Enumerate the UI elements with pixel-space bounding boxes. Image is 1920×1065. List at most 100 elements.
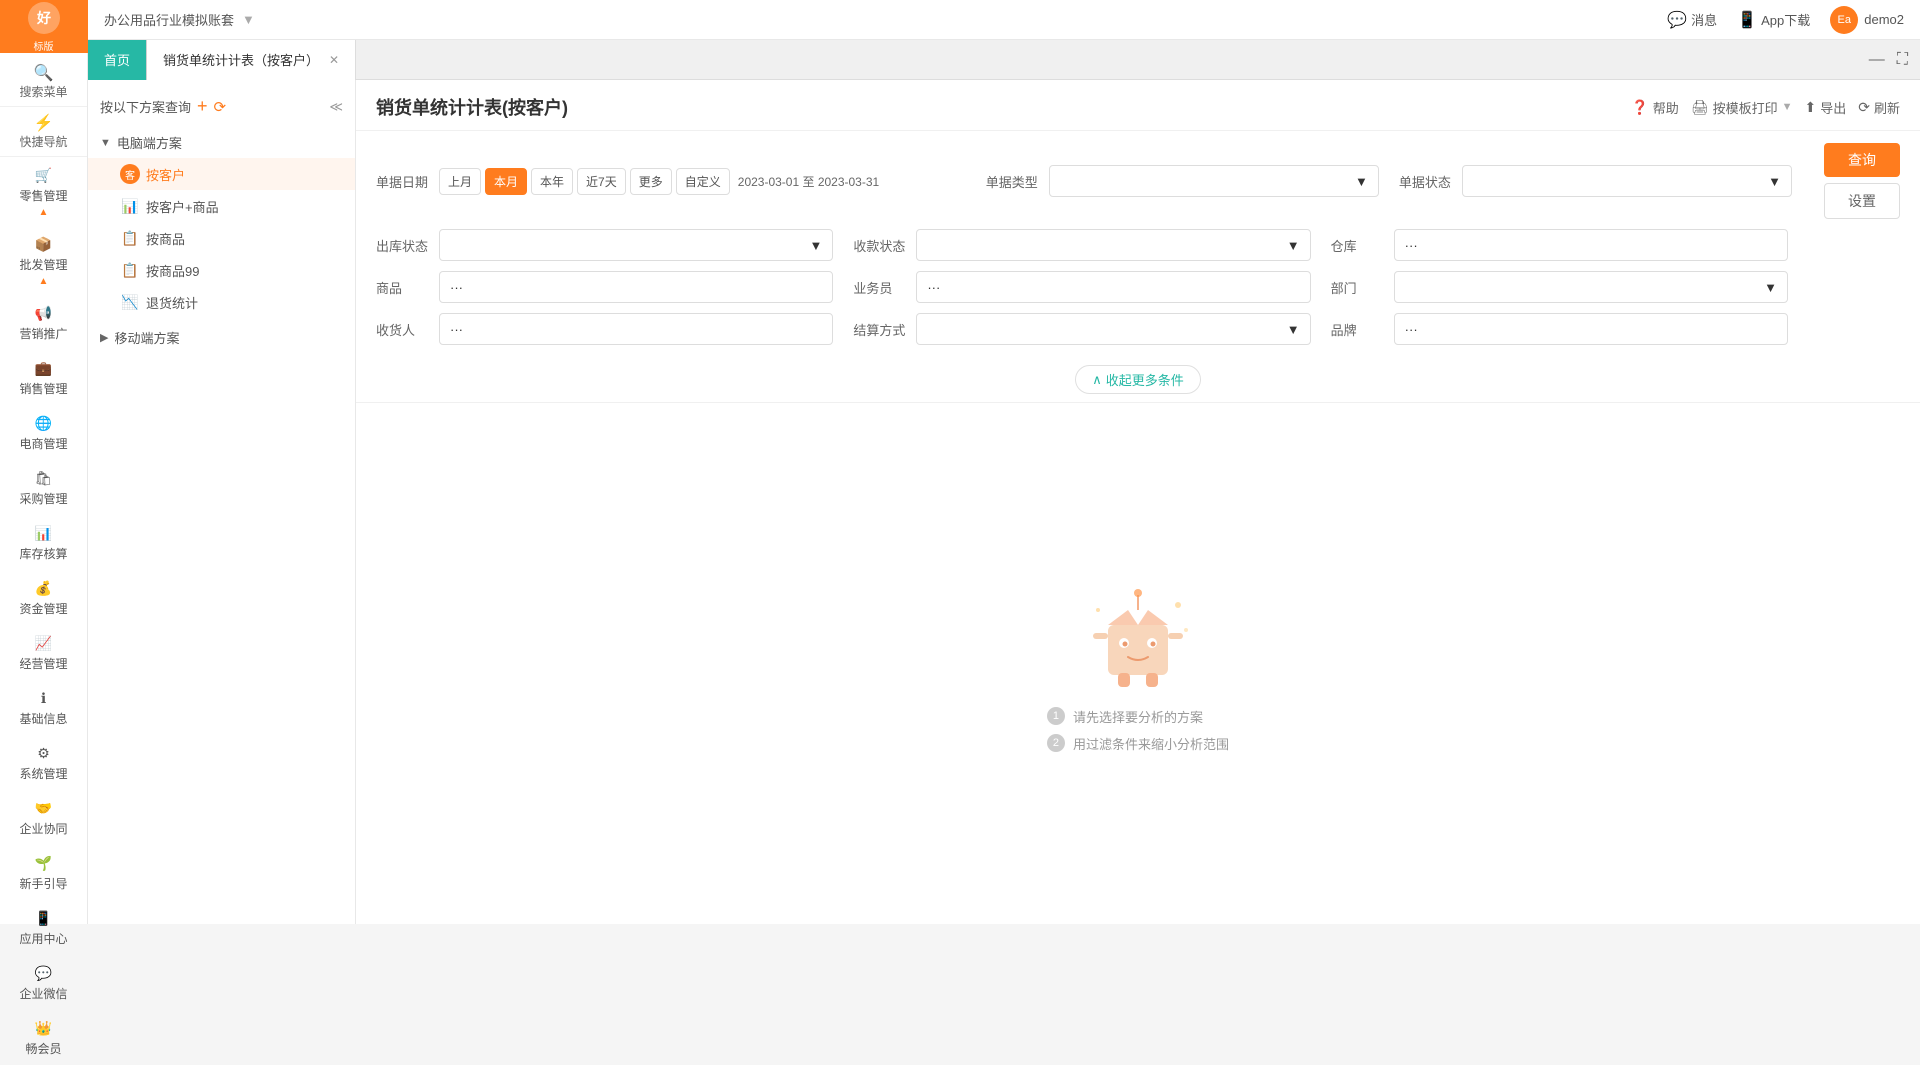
settlement-select[interactable]: ▼ <box>916 313 1310 345</box>
tab-minimize-icon[interactable]: — <box>1869 51 1885 69</box>
empty-tip-2: 2 用过滤条件来缩小分析范围 <box>1047 734 1229 753</box>
export-icon: ⬆ <box>1805 99 1817 116</box>
left-panel-title: 按以下方案查询 <box>100 97 191 116</box>
sidebar-item-operations[interactable]: 📈 经营管理 <box>0 625 87 680</box>
warehouse-select[interactable]: ··· <box>1394 229 1788 261</box>
payment-select[interactable]: ▼ <box>916 229 1310 261</box>
filter-warehouse: 仓库 ··· <box>1331 229 1788 261</box>
sidebar-item-entwehat[interactable]: 💬 企业微信 <box>0 955 87 1010</box>
message-button[interactable]: 💬 消息 <box>1667 10 1717 30</box>
filter-outbound: 出库状态 ▼ <box>376 229 833 261</box>
refresh-button[interactable]: ⟳ 刷新 <box>1858 98 1900 117</box>
scheme-by-goods-99[interactable]: 📋 按商品99 <box>88 254 355 286</box>
sidebar-item-appcenter[interactable]: 📱 应用中心 <box>0 900 87 955</box>
tree-expand-icon: ▼ <box>100 137 111 149</box>
help-button[interactable]: ❓ 帮助 <box>1631 98 1678 117</box>
salesperson-dots: ··· <box>927 280 940 295</box>
tab-controls: — ⛶ <box>1869 51 1920 69</box>
sidebar-item-enterprise[interactable]: 🤝 企业协同 <box>0 790 87 845</box>
date-btn-this-year[interactable]: 本年 <box>531 168 573 195</box>
sidebar-item-sales[interactable]: 💼 销售管理 <box>0 350 87 405</box>
chevron-down-icon: ▲ <box>39 207 49 218</box>
scheme-return-stat[interactable]: 📉 退货统计 <box>88 286 355 318</box>
mobile-scheme-section: ▶ 移动端方案 <box>88 322 355 353</box>
scheme-icon-goods99: 📋 <box>120 260 140 280</box>
user-menu-button[interactable]: Ea demo2 <box>1830 6 1904 34</box>
sidebar-search[interactable]: 🔍 搜索菜单 <box>0 53 87 107</box>
scheme-by-goods[interactable]: 📋 按商品 <box>88 222 355 254</box>
refresh-icon: ⟳ <box>1858 99 1870 116</box>
sidebar-item-purchase[interactable]: 🛍 采购管理 <box>0 460 87 515</box>
sidebar-item-inventory[interactable]: 📊 库存核算 <box>0 515 87 570</box>
settings-button[interactable]: 设置 <box>1824 183 1900 219</box>
tab-home[interactable]: 首页 <box>88 40 147 80</box>
outbound-select[interactable]: ▼ <box>439 229 833 261</box>
tab-sales-stat[interactable]: 销货单统计计表（按客户） ✕ <box>147 40 356 80</box>
content-area: 按以下方案查询 + ⟳ ≪ ▼ 电脑端方案 客 按客户 📊 按客户+商品 <box>88 80 1920 924</box>
sidebar-item-member[interactable]: 👑 畅会员 <box>0 1010 87 1065</box>
filter-date: 单据日期 上月 本月 本年 近7天 更多 自定义 2023-03-01 至 20… <box>376 168 966 195</box>
scheme-label-goods99: 按商品99 <box>146 261 199 280</box>
scheme-icon-customer: 客 <box>120 164 140 184</box>
print-dropdown-icon[interactable]: ▼ <box>1782 101 1793 113</box>
filter-outbound-label: 出库状态 <box>376 236 431 255</box>
goods-select[interactable]: ··· <box>439 271 833 303</box>
sidebar-item-system[interactable]: ⚙ 系统管理 <box>0 735 87 790</box>
collapse-chevron-icon: ∧ <box>1092 372 1102 388</box>
sidebar-item-newguide[interactable]: 🌱 新手引导 <box>0 845 87 900</box>
app-download-button[interactable]: 📱 App下载 <box>1737 10 1810 30</box>
scheme-by-customer[interactable]: 客 按客户 <box>88 158 355 190</box>
mobile-scheme-parent[interactable]: ▶ 移动端方案 <box>88 322 355 353</box>
salesperson-select[interactable]: ··· <box>916 271 1310 303</box>
filter-settlement: 结算方式 ▼ <box>853 313 1310 345</box>
sidebar-item-marketing[interactable]: 📢 营销推广 <box>0 295 87 350</box>
chevron-down-icon: ▼ <box>1355 174 1368 189</box>
date-btn-7days[interactable]: 近7天 <box>577 168 626 195</box>
brand-select[interactable]: ··· <box>1394 313 1788 345</box>
refresh-scheme-button[interactable]: ⟳ <box>214 98 227 116</box>
sidebar-item-retail[interactable]: 🛒 零售管理 ▲ <box>0 157 87 226</box>
sidebar-item-finance[interactable]: 💰 资金管理 <box>0 570 87 625</box>
collapse-panel-button[interactable]: ≪ <box>329 99 343 115</box>
add-scheme-button[interactable]: + <box>197 96 208 117</box>
page-title-bar: 销货单统计计表(按客户) ❓ 帮助 🖨 按模板打印 ▼ ⬆ 导出 <box>356 80 1920 131</box>
filter-date-label: 单据日期 <box>376 172 431 191</box>
order-state-select[interactable]: ▼ <box>1462 165 1792 197</box>
scheme-icon-return: 📉 <box>120 292 140 312</box>
warehouse-dots: ··· <box>1405 238 1418 253</box>
query-button[interactable]: 查询 <box>1824 143 1900 177</box>
sidebar-item-wholesale[interactable]: 📦 批发管理 ▲ <box>0 226 87 295</box>
tree-collapse-icon: ▶ <box>100 331 108 344</box>
date-btn-this-month[interactable]: 本月 <box>485 168 527 195</box>
scheme-by-customer-goods[interactable]: 📊 按客户+商品 <box>88 190 355 222</box>
chevron-outbound: ▼ <box>809 238 822 253</box>
receiver-select[interactable]: ··· <box>439 313 833 345</box>
collapse-button[interactable]: ∧ 收起更多条件 <box>1075 365 1201 394</box>
empty-state: 1 请先选择要分析的方案 2 用过滤条件来缩小分析范围 <box>356 403 1920 924</box>
date-btn-last-month[interactable]: 上月 <box>439 168 481 195</box>
header-dropdown-icon[interactable]: ▼ <box>242 12 255 27</box>
filter-settlement-label: 结算方式 <box>853 320 908 339</box>
export-button[interactable]: ⬆ 导出 <box>1805 98 1847 117</box>
filter-order-type: 单据类型 ▼ <box>986 165 1379 197</box>
filter-receiver: 收货人 ··· <box>376 313 833 345</box>
help-icon: ❓ <box>1631 99 1648 116</box>
department-select[interactable]: ▼ <box>1394 271 1788 303</box>
sidebar-item-ecommerce[interactable]: 🌐 电商管理 <box>0 405 87 460</box>
chevron-down-icon2: ▼ <box>1768 174 1781 189</box>
header-title: 办公用品行业模拟账套 <box>104 10 234 29</box>
print-button[interactable]: 🖨 按模板打印 ▼ <box>1691 98 1793 117</box>
date-btn-custom[interactable]: 自定义 <box>676 168 730 195</box>
top-header: 办公用品行业模拟账套 ▼ 💬 消息 📱 App下载 Ea demo2 <box>88 0 1920 40</box>
filter-goods: 商品 ··· <box>376 271 833 303</box>
sidebar-item-basic[interactable]: ℹ 基础信息 <box>0 680 87 735</box>
filter-salesperson: 业务员 ··· <box>853 271 1310 303</box>
filter-brand-label: 品牌 <box>1331 320 1386 339</box>
desktop-scheme-parent[interactable]: ▼ 电脑端方案 <box>88 127 355 158</box>
tab-close-icon[interactable]: ✕ <box>329 53 339 67</box>
sidebar-quicknav[interactable]: ⚡ 快捷导航 <box>0 107 87 157</box>
order-type-select[interactable]: ▼ <box>1049 165 1379 197</box>
logo-icon: 好 <box>26 0 62 36</box>
date-btn-more[interactable]: 更多 <box>630 168 672 195</box>
tab-maximize-icon[interactable]: ⛶ <box>1897 51 1908 69</box>
